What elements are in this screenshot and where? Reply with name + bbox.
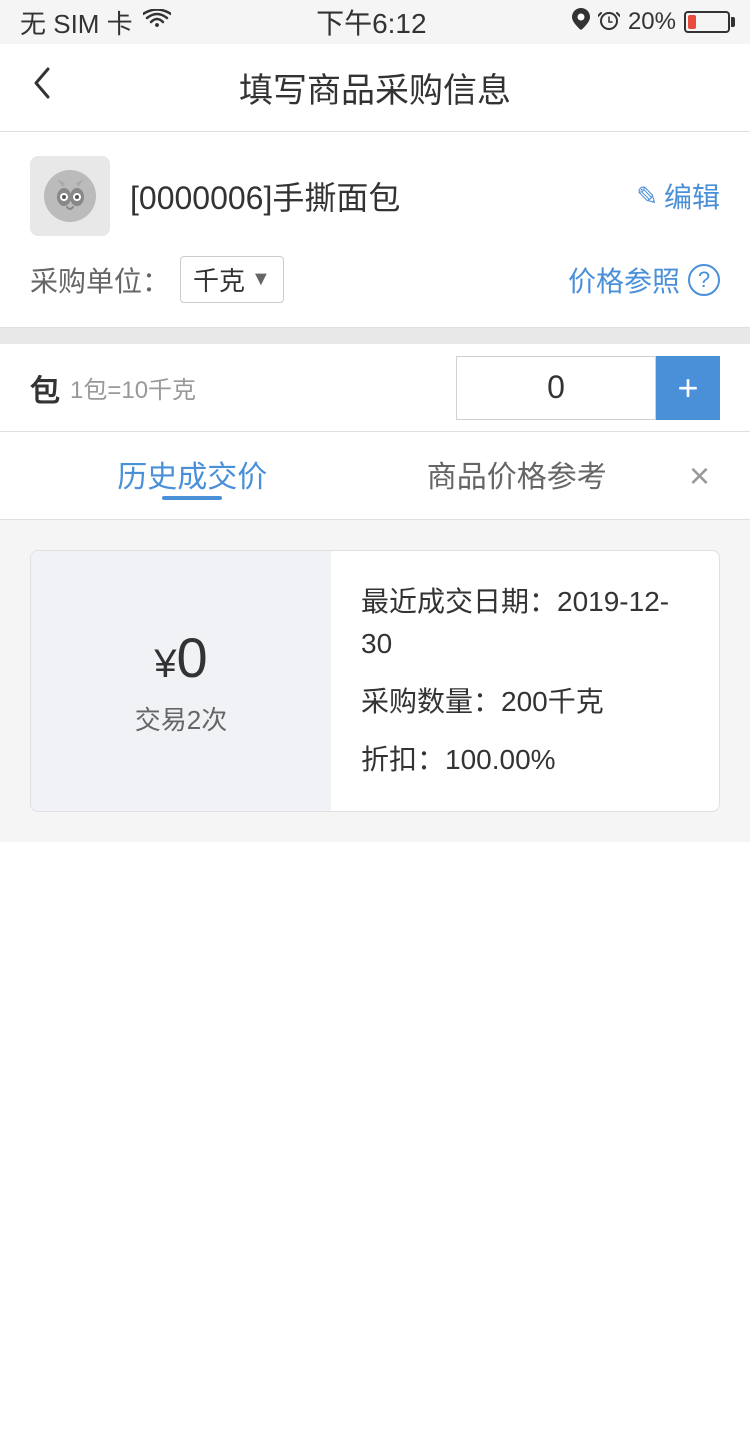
status-bar: 无 SIM 卡 下午6:12 20% — [0, 0, 750, 44]
price-details: 最近成交日期：2019-12-30 采购数量：200千克 折扣：100.00% — [331, 551, 719, 811]
tab-history-price[interactable]: 历史成交价 — [30, 452, 354, 500]
currency-symbol: ¥ — [154, 642, 176, 686]
price-number: 0 — [177, 626, 208, 689]
page-header: 填写商品采购信息 — [0, 44, 750, 132]
tab-reference-label: 商品价格参考 — [427, 461, 607, 494]
unit-badge: 包 — [30, 366, 60, 410]
tab-active-indicator — [162, 496, 222, 500]
purchase-qty-value: 200千克 — [501, 686, 604, 717]
close-tab-button[interactable]: × — [679, 455, 720, 497]
battery-icon — [684, 11, 730, 33]
product-thumbnail — [30, 156, 110, 236]
product-unit-row: 采购单位： 千克 ▼ 价格参照 ? — [30, 256, 720, 303]
help-icon: ? — [688, 264, 720, 296]
recent-date-row: 最近成交日期：2019-12-30 — [361, 581, 689, 665]
section-divider — [0, 328, 750, 344]
quantity-row: 包 1包=10千克 + — [0, 344, 750, 432]
trade-count: 交易2次 — [135, 700, 227, 737]
product-code: [0000006] — [130, 180, 272, 216]
status-time: 下午6:12 — [316, 2, 427, 42]
history-price-section: ¥0 交易2次 最近成交日期：2019-12-30 采购数量：200千克 折扣：… — [0, 520, 750, 842]
quantity-plus-button[interactable]: + — [656, 356, 720, 420]
price-reference-button[interactable]: 价格参照 ? — [568, 260, 720, 300]
price-amount: ¥0 — [154, 625, 207, 690]
location-icon — [572, 8, 590, 37]
unit-value-text: 千克 — [193, 261, 245, 298]
quantity-input[interactable] — [456, 356, 656, 420]
discount-row: 折扣：100.00% — [361, 739, 689, 781]
product-name: [0000006]手撕面包 — [130, 180, 400, 216]
status-right: 20% — [572, 8, 730, 37]
recent-date-label: 最近成交日期： — [361, 586, 557, 617]
status-carrier: 无 SIM 卡 — [20, 4, 171, 41]
product-info: [0000006]手撕面包 — [30, 156, 400, 236]
discount-value: 100.00% — [445, 744, 556, 775]
discount-label: 折扣： — [361, 744, 445, 775]
unit-selector: 采购单位： 千克 ▼ — [30, 256, 284, 303]
tab-history-label: 历史成交价 — [117, 461, 267, 494]
alarm-icon — [598, 8, 620, 37]
purchase-qty-label: 采购数量： — [361, 686, 501, 717]
price-card: ¥0 交易2次 最近成交日期：2019-12-30 采购数量：200千克 折扣：… — [30, 550, 720, 812]
product-display-name: 手撕面包 — [272, 180, 400, 216]
tab-bar: 历史成交价 商品价格参考 × — [0, 432, 750, 520]
product-top-row: [0000006]手撕面包 ✎ 编辑 — [30, 156, 720, 236]
tab-price-reference[interactable]: 商品价格参考 — [354, 452, 678, 500]
product-name-container: [0000006]手撕面包 — [130, 173, 400, 219]
edit-button[interactable]: ✎ 编辑 — [636, 176, 720, 216]
quantity-controls: + — [456, 356, 720, 420]
edit-label: 编辑 — [664, 176, 720, 216]
wifi-icon — [143, 7, 171, 38]
price-summary: ¥0 交易2次 — [31, 551, 331, 811]
product-card: [0000006]手撕面包 ✎ 编辑 采购单位： 千克 ▼ 价格参照 ? — [0, 132, 750, 328]
dropdown-arrow-icon: ▼ — [251, 268, 271, 291]
carrier-text: 无 SIM 卡 — [20, 4, 133, 41]
unit-label-text: 采购单位： — [30, 260, 170, 300]
unit-badge-row: 包 1包=10千克 — [30, 366, 196, 410]
purchase-qty-row: 采购数量：200千克 — [361, 681, 689, 723]
unit-dropdown[interactable]: 千克 ▼ — [180, 256, 284, 303]
edit-icon: ✎ — [636, 181, 658, 212]
price-ref-label: 价格参照 — [568, 260, 680, 300]
battery-level: 20% — [628, 8, 676, 36]
back-button[interactable] — [30, 65, 54, 110]
unit-conversion: 1包=10千克 — [70, 370, 196, 405]
content-area — [0, 842, 750, 1442]
page-title: 填写商品采购信息 — [239, 63, 511, 112]
